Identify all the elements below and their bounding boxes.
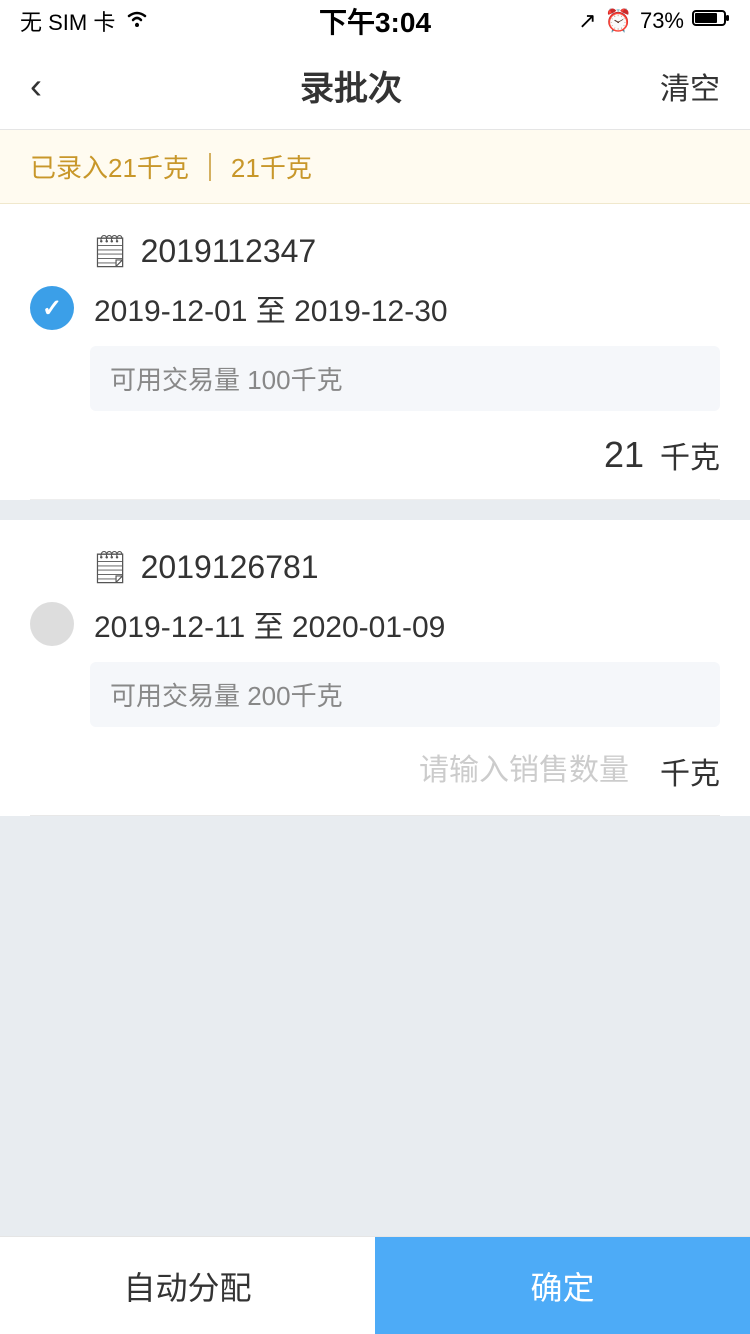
batch-1-date-row: ✓ 2019-12-01 至 2019-12-30 <box>30 286 720 330</box>
batch-1-doc-icon: 🗒 <box>90 232 131 270</box>
footer: 自动分配 确定 <box>0 1236 750 1334</box>
batch-1-checkbox[interactable]: ✓ <box>30 286 74 330</box>
cards-area: 🗒 2019112347 ✓ 2019-12-01 至 2019-12-30 可… <box>0 204 750 816</box>
nav-bar: ‹ 录批次 清空 <box>0 42 750 130</box>
alarm-icon: ⏰ <box>605 8 632 34</box>
batch-1-available-row: 可用交易量 100千克 <box>90 346 720 411</box>
batch-2-date-row: 2019-12-11 至 2020-01-09 <box>30 602 720 646</box>
batch-2-id-row: 🗒 2019126781 <box>30 548 720 586</box>
summary-bar: 已录入21千克 21千克 <box>0 130 750 204</box>
batch-1-quantity-unit: 千克 <box>660 433 720 477</box>
batch-2-quantity-input[interactable] <box>30 754 644 788</box>
batch-2-quantity-input-row[interactable]: 千克 <box>30 727 720 816</box>
auto-distribute-label: 自动分配 <box>123 1263 251 1309</box>
batch-1-id: 2019112347 <box>141 233 317 270</box>
status-bar: 无 SIM 卡 下午3:04 ↗ ⏰ 73% <box>0 0 750 42</box>
summary-divider <box>209 153 211 181</box>
page-container: 无 SIM 卡 下午3:04 ↗ ⏰ 73% <box>0 0 750 1334</box>
summary-label: 已录入21千克 <box>30 148 189 185</box>
card-separator <box>0 500 750 520</box>
batch-1-quantity-value: 21 <box>604 434 644 476</box>
battery-text: 73% <box>640 8 684 34</box>
wifi-icon <box>123 8 151 34</box>
summary-value: 21千克 <box>231 148 312 185</box>
status-left: 无 SIM 卡 <box>20 5 151 37</box>
bottom-area <box>0 816 750 1236</box>
status-right: ↗ ⏰ 73% <box>578 8 730 34</box>
confirm-button[interactable]: 确定 <box>375 1237 750 1334</box>
batch-2-checkbox[interactable] <box>30 602 74 646</box>
batch-card-2: 🗒 2019126781 2019-12-11 至 2020-01-09 可用交… <box>0 520 750 816</box>
batch-2-available-row: 可用交易量 200千克 <box>90 662 720 727</box>
sim-text: 无 SIM 卡 <box>20 5 115 37</box>
batch-2-doc-icon: 🗒 <box>90 548 131 586</box>
batch-2-date: 2019-12-11 至 2020-01-09 <box>94 602 445 646</box>
page-title: 录批次 <box>300 61 402 110</box>
batch-2-unit: 千克 <box>660 749 720 793</box>
location-icon: ↗ <box>578 8 596 34</box>
clear-button[interactable]: 清空 <box>660 64 720 108</box>
confirm-label: 确定 <box>530 1263 594 1309</box>
batch-1-checkmark: ✓ <box>42 294 62 323</box>
batch-1-id-row: 🗒 2019112347 <box>30 232 720 270</box>
batch-card-1: 🗒 2019112347 ✓ 2019-12-01 至 2019-12-30 可… <box>0 204 750 500</box>
battery-icon <box>692 8 730 34</box>
back-button[interactable]: ‹ <box>30 68 42 104</box>
auto-distribute-button[interactable]: 自动分配 <box>0 1237 375 1334</box>
batch-1-date: 2019-12-01 至 2019-12-30 <box>94 286 448 330</box>
batch-1-available: 可用交易量 100千克 <box>110 365 343 395</box>
status-time: 下午3:04 <box>319 1 431 41</box>
batch-1-quantity-row: 21 千克 <box>30 411 720 500</box>
batch-2-id: 2019126781 <box>141 549 319 586</box>
batch-2-available: 可用交易量 200千克 <box>110 681 343 711</box>
